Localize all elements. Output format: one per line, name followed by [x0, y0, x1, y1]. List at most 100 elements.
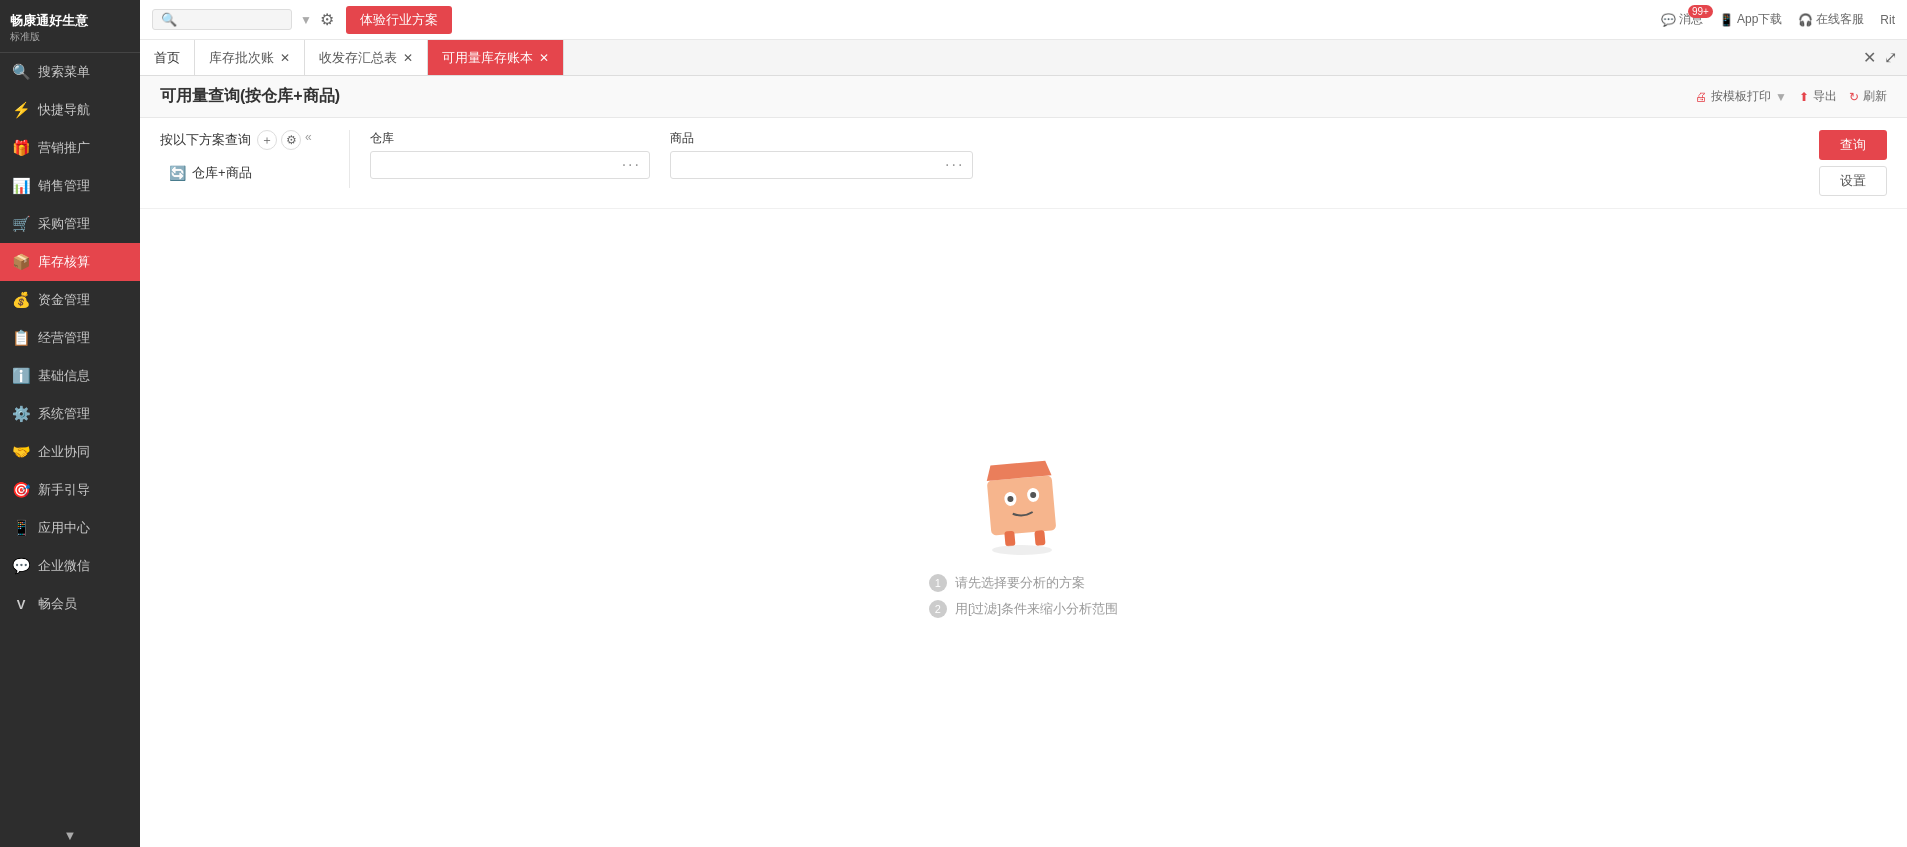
tab-label: 收发存汇总表	[319, 49, 397, 67]
sidebar-logo: 畅康通好生意	[10, 12, 130, 30]
scheme-item-label: 仓库+商品	[192, 164, 252, 182]
main-area: 🔍 ▼ ⚙ 体验行业方案 💬 消息 99+ 📱 App下载 🎧 在	[140, 0, 1907, 847]
sidebar-item-label: 系统管理	[38, 405, 90, 423]
tab-close-icon[interactable]: ✕	[539, 51, 549, 65]
filter-scheme-panel: 按以下方案查询 ＋ ⚙ « 🔄 仓库+商品	[160, 130, 350, 188]
product-input-box[interactable]: ···	[670, 151, 973, 179]
warehouse-input[interactable]	[379, 158, 616, 173]
topbar-search-box[interactable]: 🔍	[152, 9, 292, 30]
sidebar-item-inventory[interactable]: 📦 库存核算	[0, 243, 140, 281]
tip-text-2: 用[过滤]条件来缩小分析范围	[955, 600, 1118, 618]
sidebar-scroll-down[interactable]: ▼	[0, 824, 140, 847]
close-window-btn[interactable]: ✕	[1863, 48, 1876, 67]
sidebar-item-apps[interactable]: 📱 应用中心	[0, 509, 140, 547]
page-header-actions: 🖨 按模板打印 ▼ ⬆ 导出 ↻ 刷新	[1695, 88, 1887, 105]
sidebar-item-system[interactable]: ⚙️ 系统管理	[0, 395, 140, 433]
sidebar-item-basic[interactable]: ℹ️ 基础信息	[0, 357, 140, 395]
scheme-item-warehouse-product[interactable]: 🔄 仓库+商品	[160, 158, 339, 188]
target-icon: 🎯	[12, 481, 30, 499]
sidebar-item-label: 新手引导	[38, 481, 90, 499]
empty-illustration	[964, 438, 1084, 558]
scheme-label: 按以下方案查询	[160, 131, 251, 149]
maximize-window-btn[interactable]: ⤢	[1884, 48, 1897, 67]
headset-icon: 🎧	[1798, 13, 1813, 27]
sidebar-item-guide[interactable]: 🎯 新手引导	[0, 471, 140, 509]
sidebar-item-operation[interactable]: 📋 经营管理	[0, 319, 140, 357]
product-more-icon[interactable]: ···	[945, 156, 964, 174]
search-input[interactable]	[181, 13, 281, 27]
empty-tip-2: 2 用[过滤]条件来缩小分析范围	[929, 600, 1118, 618]
sidebar-item-label: 企业协同	[38, 443, 90, 461]
query-actions: 查询 设置	[1809, 130, 1887, 196]
tab-batch-account[interactable]: 库存批次账 ✕	[195, 40, 305, 76]
filter-fields: 仓库 ··· 商品 ···	[350, 130, 1809, 179]
sidebar-item-label: 资金管理	[38, 291, 90, 309]
add-scheme-btn[interactable]: ＋	[257, 130, 277, 150]
tab-close-icon[interactable]: ✕	[403, 51, 413, 65]
filter-field-warehouse: 仓库 ···	[370, 130, 650, 179]
chevron-down-icon: ▼	[64, 828, 77, 843]
topbar-gear-icon[interactable]: ⚙	[320, 10, 334, 29]
search-icon: 🔍	[161, 12, 177, 27]
box-icon: 📦	[12, 253, 30, 271]
warehouse-label: 仓库	[370, 130, 650, 147]
sidebar-item-label: 采购管理	[38, 215, 90, 233]
sidebar-item-cooperation[interactable]: 🤝 企业协同	[0, 433, 140, 471]
sidebar-item-search[interactable]: 🔍 搜索菜单	[0, 53, 140, 91]
print-icon: 🖨	[1695, 90, 1707, 104]
settings-button[interactable]: 设置	[1819, 166, 1887, 196]
chart-icon: 📊	[12, 177, 30, 195]
refresh-label: 刷新	[1863, 88, 1887, 105]
export-btn[interactable]: ⬆ 导出	[1799, 88, 1837, 105]
empty-tip-1: 1 请先选择要分析的方案	[929, 574, 1118, 592]
print-btn[interactable]: 🖨 按模板打印 ▼	[1695, 88, 1787, 105]
content-area: 可用量查询(按仓库+商品) 🖨 按模板打印 ▼ ⬆ 导出 ↻ 刷新	[140, 76, 1907, 847]
sidebar-item-finance[interactable]: 💰 资金管理	[0, 281, 140, 319]
online-service-btn[interactable]: 🎧 在线客服	[1798, 11, 1864, 28]
sidebar-item-label: 企业微信	[38, 557, 90, 575]
handshake-icon: 🤝	[12, 443, 30, 461]
refresh-btn[interactable]: ↻ 刷新	[1849, 88, 1887, 105]
user-profile-btn[interactable]: Rit	[1880, 13, 1895, 27]
topbar-chevron-icon[interactable]: ▼	[300, 13, 312, 27]
page-header: 可用量查询(按仓库+商品) 🖨 按模板打印 ▼ ⬆ 导出 ↻ 刷新	[140, 76, 1907, 118]
sidebar-item-label: 库存核算	[38, 253, 90, 271]
warehouse-more-icon[interactable]: ···	[622, 156, 641, 174]
export-label: 导出	[1813, 88, 1837, 105]
sidebar-item-purchase[interactable]: 🛒 采购管理	[0, 205, 140, 243]
product-input[interactable]	[679, 158, 939, 173]
sidebar-item-label: 基础信息	[38, 367, 90, 385]
cart-icon: 🛒	[12, 215, 30, 233]
sidebar-item-sales[interactable]: 📊 销售管理	[0, 167, 140, 205]
sidebar-item-wechat[interactable]: 💬 企业微信	[0, 547, 140, 585]
trial-btn[interactable]: 体验行业方案	[346, 6, 452, 34]
empty-tips: 1 请先选择要分析的方案 2 用[过滤]条件来缩小分析范围	[929, 574, 1118, 618]
sidebar-item-marketing[interactable]: 🎁 营销推广	[0, 129, 140, 167]
filter-field-product: 商品 ···	[670, 130, 973, 179]
sidebar: 畅康通好生意 标准版 🔍 搜索菜单 ⚡ 快捷导航 🎁 营销推广 📊 销售管理 🛒	[0, 0, 140, 847]
sidebar-scroll: 🔍 搜索菜单 ⚡ 快捷导航 🎁 营销推广 📊 销售管理 🛒 采购管理 📦	[0, 53, 140, 824]
sidebar-item-shortcut[interactable]: ⚡ 快捷导航	[0, 91, 140, 129]
sidebar-item-vip[interactable]: V 畅会员	[0, 585, 140, 623]
clipboard-icon: 📋	[12, 329, 30, 347]
tab-close-icon[interactable]: ✕	[280, 51, 290, 65]
tab-available-ledger[interactable]: 可用量库存账本 ✕	[428, 40, 564, 76]
message-badge: 99+	[1688, 5, 1713, 18]
warehouse-input-box[interactable]: ···	[370, 151, 650, 179]
user-label: Rit	[1880, 13, 1895, 27]
robot-illustration	[964, 438, 1084, 558]
gear-icon: ⚙️	[12, 405, 30, 423]
tab-home[interactable]: 首页	[140, 40, 195, 76]
sidebar-item-label: 销售管理	[38, 177, 90, 195]
settings-scheme-btn[interactable]: ⚙	[281, 130, 301, 150]
vip-icon: V	[12, 595, 30, 613]
message-btn[interactable]: 💬 消息 99+	[1661, 11, 1703, 28]
collapse-scheme-btn[interactable]: «	[305, 130, 312, 150]
gift-icon: 🎁	[12, 139, 30, 157]
svg-rect-7	[1034, 530, 1045, 546]
sidebar-logo-sub: 标准版	[10, 30, 130, 44]
tab-receipt-summary[interactable]: 收发存汇总表 ✕	[305, 40, 428, 76]
topbar: 🔍 ▼ ⚙ 体验行业方案 💬 消息 99+ 📱 App下载 🎧 在	[140, 0, 1907, 40]
query-button[interactable]: 查询	[1819, 130, 1887, 160]
app-download-btn[interactable]: 📱 App下载	[1719, 11, 1782, 28]
